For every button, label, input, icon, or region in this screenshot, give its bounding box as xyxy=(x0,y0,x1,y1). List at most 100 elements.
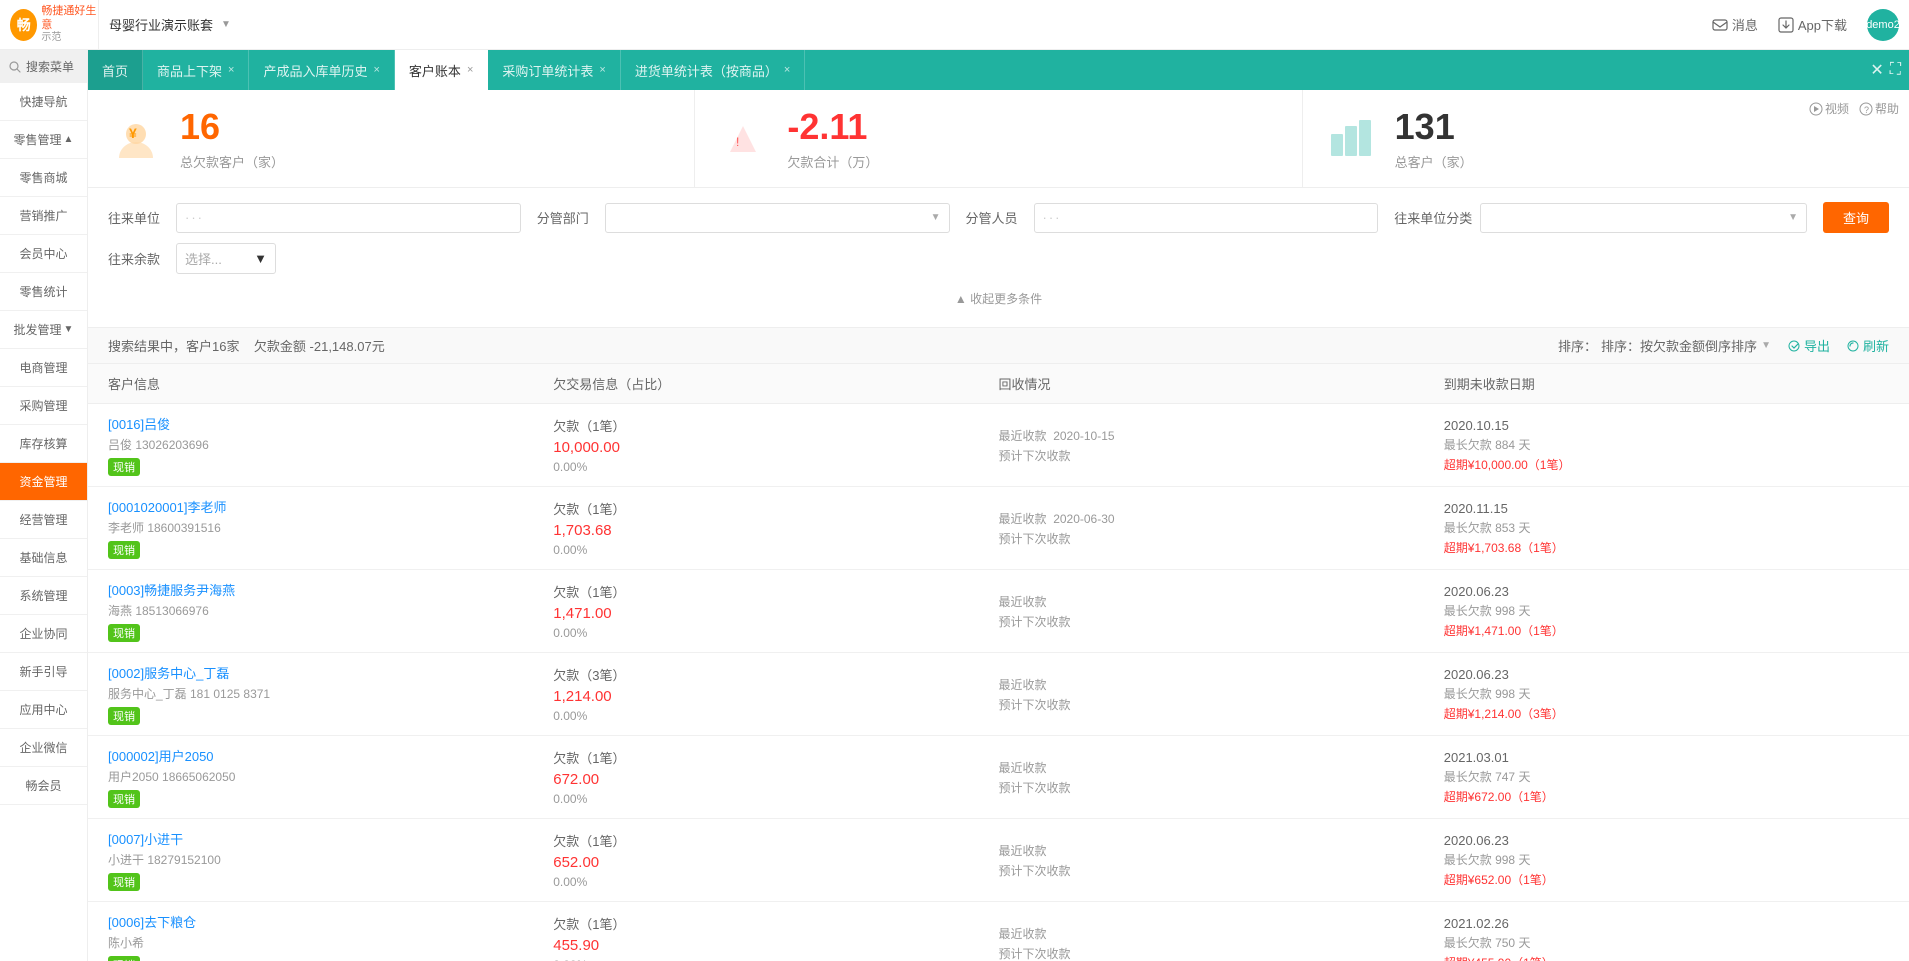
sidebar-item-kuaijiedaohang[interactable]: 快捷导航 xyxy=(0,83,87,121)
debt-amount-1: 10,000.00 xyxy=(553,439,998,456)
tab-fullscreen-button[interactable]: ⛶ xyxy=(1890,61,1901,79)
results-actions: 排序： 排序：按欠款金额倒序排序 ▼ 导出 刷新 xyxy=(1558,336,1889,355)
repay-info-5: 最近收款 预计下次收款 xyxy=(999,759,1444,796)
repay-next-6: 预计下次收款 xyxy=(999,862,1444,879)
dept-label: 分管部门 xyxy=(537,208,597,227)
video-action-button[interactable]: 视频 xyxy=(1809,100,1849,117)
sidebar-item-jichuxinxi[interactable]: 基础信息 xyxy=(0,539,87,577)
due-days-1: 最长欠款 884 天 xyxy=(1444,436,1889,453)
sidebar-item-xitongguanli[interactable]: 系统管理 xyxy=(0,577,87,615)
store-selector[interactable]: 母婴行业演示账套 ▼ xyxy=(98,0,278,49)
customer-name-4[interactable]: [0002]服务中心_丁磊 xyxy=(108,663,553,682)
due-overdue-6[interactable]: 超期¥652.00（1笔） xyxy=(1444,871,1889,888)
tab-chanpinruku[interactable]: 产成品入库单历史 × xyxy=(249,50,394,90)
debt-amount-3: 1,471.00 xyxy=(553,605,998,622)
due-overdue-5[interactable]: 超期¥672.00（1笔） xyxy=(1444,788,1889,805)
sidebar-item-changhyuanl[interactable]: 畅会员 xyxy=(0,767,87,805)
customer-name-1[interactable]: [0016]吕俊 xyxy=(108,414,553,433)
export-button[interactable]: 导出 xyxy=(1787,336,1830,355)
logo-text: 畅捷通好生意 示范 xyxy=(41,5,98,43)
due-overdue-3[interactable]: 超期¥1,471.00（1笔） xyxy=(1444,622,1889,639)
source-unit-input[interactable]: ··· xyxy=(176,203,521,233)
filter-row-1: 往来单位 ··· 分管部门 ▼ xyxy=(108,202,1889,233)
customer-info-2: [0001020001]李老师 李老师 18600391516 现销 xyxy=(108,497,553,559)
query-button[interactable]: 查询 xyxy=(1823,202,1889,233)
due-overdue-2[interactable]: 超期¥1,703.68（1笔） xyxy=(1444,539,1889,556)
repay-info-1: 最近收款 2020-10-15 预计下次收款 xyxy=(999,427,1444,464)
debt-percent-1: 0.00% xyxy=(553,460,998,474)
tab-close-shangpinshangjia[interactable]: × xyxy=(228,64,234,76)
collapse-button[interactable]: ▲ 收起更多条件 xyxy=(108,284,1889,313)
due-overdue-4[interactable]: 超期¥1,214.00（3笔） xyxy=(1444,705,1889,722)
debt-info-5: 欠款（1笔） 672.00 0.00% xyxy=(553,748,998,806)
tab-caigoudindan[interactable]: 采购订单统计表 × xyxy=(488,50,620,90)
logo: 畅 畅捷通好生意 示范 xyxy=(10,5,98,43)
tab-close-kehuzh[interactable]: × xyxy=(467,64,473,76)
svg-text:¥: ¥ xyxy=(129,125,137,141)
tab-kehuzhangben[interactable]: 客户账本 × xyxy=(395,50,488,90)
category-label: 往来单位分类 xyxy=(1394,208,1472,227)
due-days-7: 最长欠款 750 天 xyxy=(1444,934,1889,951)
customer-name-3[interactable]: [0003]畅捷服务尹海燕 xyxy=(108,580,553,599)
customer-meta-7: 陈小希 xyxy=(108,934,553,951)
due-overdue-1[interactable]: 超期¥10,000.00（1笔） xyxy=(1444,456,1889,473)
customer-name-2[interactable]: [0001020001]李老师 xyxy=(108,497,553,516)
sidebar-search-label: 搜索菜单 xyxy=(26,58,74,75)
sidebar-item-kucunhesuan[interactable]: 库存核算 xyxy=(0,425,87,463)
sidebar-item-pifaguanli[interactable]: 批发管理▼ xyxy=(0,311,87,349)
due-date-4: 2020.06.23 xyxy=(1444,667,1889,682)
balance-select[interactable]: 选择... ▼ xyxy=(176,243,276,274)
sidebar-search[interactable]: 搜索菜单 xyxy=(0,50,87,83)
filter-category: 往来单位分类 ▼ xyxy=(1394,203,1807,233)
sidebar-item-lingshoudemo[interactable]: 零售管理▲ xyxy=(0,121,87,159)
help-action-button[interactable]: ? 帮助 xyxy=(1859,100,1899,117)
repay-next-4: 预计下次收款 xyxy=(999,696,1444,713)
dept-input[interactable]: ▼ xyxy=(605,203,950,233)
user-avatar[interactable]: demo2 xyxy=(1867,9,1899,41)
stats-row: ¥ 16 总欠款客户（家） ! xyxy=(88,90,1909,188)
sidebar-item-xinshoudaohang[interactable]: 新手引导 xyxy=(0,653,87,691)
due-date-3: 2020.06.23 xyxy=(1444,584,1889,599)
sidebar-item-huiyuanzhongxin[interactable]: 会员中心 xyxy=(0,235,87,273)
customer-meta-1: 吕俊 13026203696 xyxy=(108,436,553,453)
tab-shangpinshangjia[interactable]: 商品上下架 × xyxy=(143,50,249,90)
debt-info-7: 欠款（1笔） 455.90 0.00% xyxy=(553,914,998,961)
tab-close-jinhuodan[interactable]: × xyxy=(784,64,790,76)
due-date-1: 2020.10.15 xyxy=(1444,418,1889,433)
sidebar-item-yingyongzhongxin[interactable]: 应用中心 xyxy=(0,691,87,729)
person-input[interactable]: ··· xyxy=(1034,203,1379,233)
message-button[interactable]: 消息 xyxy=(1712,15,1758,34)
sidebar-item-qiyexietong[interactable]: 企业协同 xyxy=(0,615,87,653)
sidebar-item-yingxiaotuiguang[interactable]: 营销推广 xyxy=(0,197,87,235)
tab-jinhuodan[interactable]: 进货单统计表（按商品） × xyxy=(621,50,805,90)
customer-name-5[interactable]: [000002]用户2050 xyxy=(108,746,553,765)
customer-name-6[interactable]: [0007]小进干 xyxy=(108,829,553,848)
sidebar-item-lingshoutongji[interactable]: 零售统计 xyxy=(0,273,87,311)
sort-selector[interactable]: 排序： 排序：按欠款金额倒序排序 ▼ xyxy=(1558,336,1771,355)
sidebar-item-lingshoushanghui[interactable]: 零售商城 xyxy=(0,159,87,197)
sidebar-item-caigouguanli[interactable]: 采购管理 xyxy=(0,387,87,425)
tab-close-caigoudindan[interactable]: × xyxy=(599,64,605,76)
filter-row-2: 往来余款 选择... ▼ xyxy=(108,243,1889,274)
tab-close-chanpinruku[interactable]: × xyxy=(373,64,379,76)
debt-info-2: 欠款（1笔） 1,703.68 0.00% xyxy=(553,499,998,557)
due-info-7: 2021.02.26 最长欠款 750 天 超期¥455.90（1笔） xyxy=(1444,916,1889,961)
top-right-actions: 消息 App下载 demo2 xyxy=(1712,9,1899,41)
repay-next-2: 预计下次收款 xyxy=(999,530,1444,547)
repay-next-5: 预计下次收款 xyxy=(999,779,1444,796)
debt-customers-label: 总欠款客户（家） xyxy=(180,152,674,171)
sidebar-item-qiyeweixin[interactable]: 企业微信 xyxy=(0,729,87,767)
refresh-button[interactable]: 刷新 xyxy=(1846,336,1889,355)
due-overdue-7[interactable]: 超期¥455.90（1笔） xyxy=(1444,954,1889,961)
category-input[interactable]: ▼ xyxy=(1480,203,1807,233)
customer-info-5: [000002]用户2050 用户2050 18665062050 现销 xyxy=(108,746,553,808)
customer-name-7[interactable]: [0006]去下粮仓 xyxy=(108,912,553,931)
tab-home[interactable]: 首页 xyxy=(88,50,143,90)
app-download-button[interactable]: App下载 xyxy=(1778,15,1847,34)
sidebar-item-jingyingguanli[interactable]: 经营管理 xyxy=(0,501,87,539)
sidebar-item-dianshanguanli[interactable]: 电商管理 xyxy=(0,349,87,387)
table-row: [0002]服务中心_丁磊 服务中心_丁磊 181 0125 8371 现销 欠… xyxy=(88,653,1909,736)
tab-close-all-button[interactable]: ✕ xyxy=(1870,60,1883,80)
sidebar-item-zijinguanli[interactable]: 资金管理 xyxy=(0,463,87,501)
debt-count-5: 欠款（1笔） xyxy=(553,748,998,767)
